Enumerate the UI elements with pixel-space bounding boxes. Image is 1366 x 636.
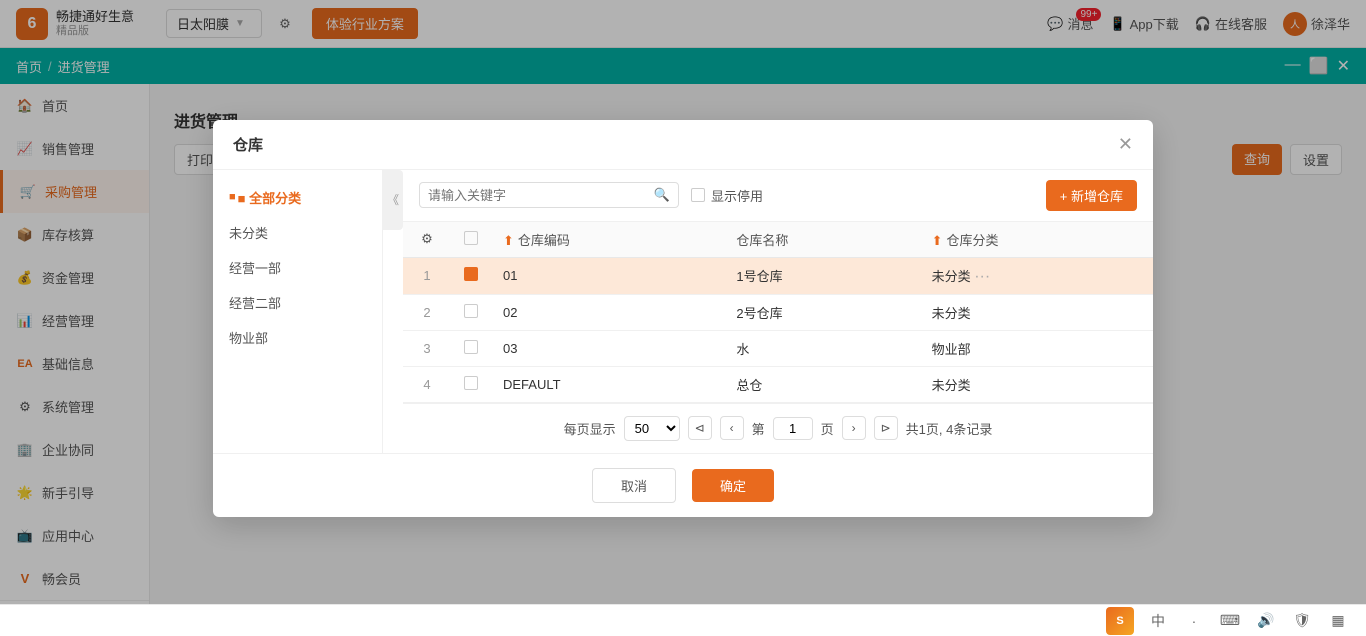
dot-icon: ·: [1182, 609, 1206, 633]
modal-title: 仓库: [233, 134, 263, 155]
row-code: 02: [491, 294, 724, 330]
select-all-checkbox[interactable]: [464, 231, 478, 245]
row-code: DEFAULT: [491, 366, 724, 402]
row-num: 2: [403, 294, 451, 330]
row-category: 物业部: [920, 330, 1153, 366]
row-more-icon[interactable]: ···: [974, 268, 990, 285]
chinese-input-icon[interactable]: 中: [1146, 609, 1170, 633]
last-page-button[interactable]: ⊳: [874, 416, 898, 440]
row-category: 未分类 ···: [920, 257, 1153, 294]
table-row[interactable]: 1 01 1号仓库 未分类 ···: [403, 257, 1153, 294]
bottom-bar: S 中 · ⌨ 🔊 🛡 ▦: [0, 604, 1366, 636]
category-item-op2[interactable]: 经营二部: [213, 285, 382, 320]
row-checkbox[interactable]: [451, 257, 491, 294]
checkbox-icon[interactable]: [691, 188, 705, 202]
row-num: 1: [403, 257, 451, 294]
row-checkbox[interactable]: [451, 366, 491, 402]
table-row[interactable]: 3 03 水 物业部: [403, 330, 1153, 366]
modal-footer: 取消 确定: [213, 453, 1153, 517]
prev-page-button[interactable]: ‹: [720, 416, 744, 440]
pagination: 每页显示 50 20 100 ⊲ ‹ 第 页 › ⊳ 共1页, 4条记录: [403, 403, 1153, 453]
next-page-button[interactable]: ›: [842, 416, 866, 440]
chevron-left-icon: 《: [387, 191, 399, 208]
col-name-header: 仓库名称: [724, 222, 919, 258]
search-input[interactable]: [428, 188, 654, 203]
modal-body: ■ ■ 全部分类 未分类 经营一部 经营二部 物业部 《 🔍: [213, 170, 1153, 453]
row-category: 未分类: [920, 294, 1153, 330]
grid-bottom-icon[interactable]: ▦: [1326, 609, 1350, 633]
modal-header: 仓库 ✕: [213, 120, 1153, 170]
search-box: 🔍: [419, 182, 679, 208]
row-name: 水: [724, 330, 919, 366]
brand-logo-icon: S: [1106, 607, 1134, 635]
page-label: 第: [752, 419, 765, 438]
row-name: 2号仓库: [724, 294, 919, 330]
row-num: 3: [403, 330, 451, 366]
search-icon[interactable]: 🔍: [654, 187, 670, 203]
cancel-button[interactable]: 取消: [592, 468, 676, 503]
per-page-select[interactable]: 50 20 100: [624, 416, 680, 441]
collapse-category-button[interactable]: 《: [383, 170, 403, 230]
table-row[interactable]: 2 02 2号仓库 未分类: [403, 294, 1153, 330]
per-page-label: 每页显示: [564, 419, 616, 438]
row-num: 4: [403, 366, 451, 402]
add-warehouse-button[interactable]: + 新增仓库: [1046, 180, 1137, 211]
all-categories-button[interactable]: ■ ■ 全部分类: [213, 180, 382, 215]
row-name: 总仓: [724, 366, 919, 402]
row-checkbox[interactable]: [451, 294, 491, 330]
table-area: 🔍 显示停用 + 新增仓库 ⚙: [403, 170, 1153, 453]
page-suffix: 页: [821, 419, 834, 438]
page-number-input[interactable]: [773, 417, 813, 440]
total-records: 共1页, 4条记录: [906, 419, 993, 438]
data-table: ⚙ ⬆仓库编码 仓库名称 ⬆仓库分类: [403, 222, 1153, 403]
category-item-property[interactable]: 物业部: [213, 320, 382, 355]
table-row[interactable]: 4 DEFAULT 总仓 未分类: [403, 366, 1153, 402]
grid-icon: ■: [229, 191, 236, 203]
category-item-unclassified[interactable]: 未分类: [213, 215, 382, 250]
col-gear-header[interactable]: ⚙: [403, 222, 451, 258]
row-name: 1号仓库: [724, 257, 919, 294]
row-code: 01: [491, 257, 724, 294]
col-category-header: ⬆仓库分类: [920, 222, 1153, 258]
category-item-op1[interactable]: 经营一部: [213, 250, 382, 285]
modal-overlay: 仓库 ✕ ■ ■ 全部分类 未分类 经营一部 经营二部 物业部 《: [0, 0, 1366, 636]
modal-close-button[interactable]: ✕: [1118, 135, 1133, 153]
row-category: 未分类: [920, 366, 1153, 402]
col-check-header[interactable]: [451, 222, 491, 258]
sort-icon[interactable]: ⬆: [503, 233, 514, 248]
col-code-header: ⬆仓库编码: [491, 222, 724, 258]
table-toolbar: 🔍 显示停用 + 新增仓库: [403, 170, 1153, 222]
shield-icon[interactable]: 🛡: [1290, 609, 1314, 633]
keyboard-icon[interactable]: ⌨: [1218, 609, 1242, 633]
confirm-button[interactable]: 确定: [692, 469, 774, 502]
row-checkbox[interactable]: [451, 330, 491, 366]
first-page-button[interactable]: ⊲: [688, 416, 712, 440]
row-code: 03: [491, 330, 724, 366]
warehouse-modal: 仓库 ✕ ■ ■ 全部分类 未分类 经营一部 经营二部 物业部 《: [213, 120, 1153, 517]
sort-cat-icon[interactable]: ⬆: [932, 233, 943, 248]
speaker-bottom-icon[interactable]: 🔊: [1254, 609, 1278, 633]
category-sidebar: ■ ■ 全部分类 未分类 经营一部 经营二部 物业部: [213, 170, 383, 453]
show-disabled-checkbox[interactable]: 显示停用: [691, 186, 763, 205]
